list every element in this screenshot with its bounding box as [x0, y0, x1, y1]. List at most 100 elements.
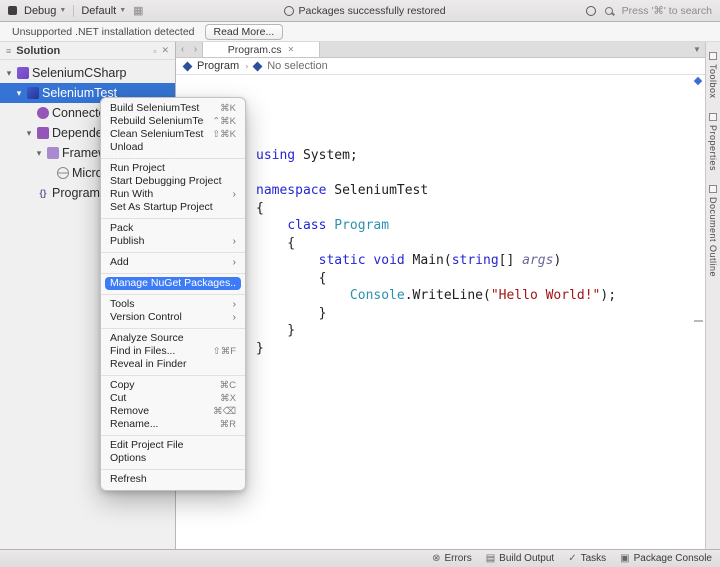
plug-icon [37, 107, 49, 119]
menu-item-shortcut: ⌘⌫ [213, 405, 236, 418]
status-item-errors[interactable]: ⊗Errors [432, 553, 472, 564]
status-item-package-console[interactable]: ▣ Package Console [620, 553, 712, 564]
hamburger-icon[interactable]: ≡ [6, 46, 11, 56]
breadcrumb-class[interactable]: Program [197, 60, 239, 72]
menu-item-analyze-source[interactable]: Analyze Source [101, 332, 245, 345]
tree-chevron-icon[interactable]: ▾ [34, 148, 44, 159]
tab-next-icon[interactable]: › [189, 42, 202, 57]
code-token: Program [334, 218, 389, 233]
menu-item-cut[interactable]: Cut⌘X [101, 392, 245, 405]
package-icon: ▣ [620, 553, 629, 564]
debug-config-label: Debug [24, 5, 56, 17]
code-token: string [452, 253, 499, 268]
menu-separator [101, 469, 245, 470]
menu-item-copy[interactable]: Copy⌘C [101, 379, 245, 392]
debug-config-dropdown[interactable]: Debug ▼ [24, 5, 66, 17]
menu-item-shortcut: ⇧⌘K [212, 128, 236, 141]
menu-item-shortcut: ⌘C [220, 379, 236, 392]
breadcrumb-separator-icon: › [245, 61, 248, 71]
menu-item-label: Cut [110, 392, 212, 405]
menu-item-run-project[interactable]: Run Project [101, 162, 245, 175]
right-pad-strip: Toolbox Properties Document Outline [705, 42, 720, 549]
tree-item-seleniumcsharp[interactable]: ▾ SeleniumCSharp [0, 63, 175, 83]
menu-item-tools[interactable]: Tools› [101, 298, 245, 311]
submenu-arrow-icon: › [233, 311, 236, 324]
editor-area: ‹ › Program.cs ✕ ▼ Program › No selectio… [176, 42, 705, 549]
code-line: 5 class Program [176, 217, 705, 235]
menu-item-rename[interactable]: Rename... ⌘R [101, 418, 245, 431]
pad-tab-document-outline[interactable]: Document Outline [708, 185, 718, 277]
grid-icon[interactable]: ▦ [133, 4, 143, 17]
code-line: 11 } [176, 322, 705, 340]
pad-tab-toolbox[interactable]: Toolbox [708, 52, 718, 99]
scrollbar-marker [694, 320, 703, 322]
menu-item-label: Publish [110, 235, 225, 248]
menu-item-publish[interactable]: Publish› [101, 235, 245, 248]
pad-tab-label: Toolbox [708, 64, 718, 99]
tree-chevron-icon[interactable]: ▾ [14, 88, 24, 99]
breadcrumb-member[interactable]: No selection [267, 60, 328, 72]
tree-chevron-icon[interactable]: ▾ [4, 68, 14, 79]
status-item-tasks[interactable]: ✓Tasks [568, 553, 606, 564]
menu-item-label: Start Debugging Project [110, 175, 236, 188]
read-more-button[interactable]: Read More... [205, 24, 284, 40]
solution-icon [17, 67, 29, 79]
menu-item-label: Analyze Source [110, 332, 236, 345]
menu-item-find-in-files[interactable]: Find in Files...⇧⌘F [101, 345, 245, 358]
menu-item-run-with[interactable]: Run With› [101, 188, 245, 201]
menu-item-start-debugging-project[interactable]: Start Debugging Project [101, 175, 245, 188]
menu-item-clean-seleniumtest[interactable]: Clean SeleniumTest⇧⌘K [101, 128, 245, 141]
submenu-arrow-icon: › [233, 256, 236, 269]
tab-label: Program.cs [228, 44, 282, 56]
menu-item-unload[interactable]: Unload [101, 141, 245, 154]
status-item-label: Package Console [634, 553, 712, 564]
toolbar-status[interactable]: Packages successfully restored [284, 5, 446, 17]
menu-item-version-control[interactable]: Version Control› [101, 311, 245, 324]
menu-item-label: Options [110, 452, 236, 465]
solution-pad-header: ≡ Solution ▫ ✕ [0, 42, 175, 60]
run-target-dropdown[interactable]: Default ▼ [81, 5, 126, 17]
menu-item-shortcut: ⌘R [220, 418, 236, 431]
menu-item-label: Rebuild SeleniumTest [110, 115, 204, 128]
menu-item-refresh[interactable]: Refresh [101, 473, 245, 486]
code-line: 10 } [176, 305, 705, 323]
code-editor[interactable]: 1using System;23namespace SeleniumTest4{… [176, 75, 705, 549]
submenu-arrow-icon: › [233, 298, 236, 311]
code-line: 8 { [176, 270, 705, 288]
tree-chevron-icon[interactable]: ▾ [24, 128, 34, 139]
close-icon[interactable]: ✕ [161, 45, 169, 56]
tab-program-cs[interactable]: Program.cs ✕ [202, 42, 320, 57]
code-token: Main( [405, 253, 452, 268]
status-item-build-output[interactable]: ▤Build Output [486, 553, 555, 564]
search-icon[interactable] [605, 7, 613, 15]
menu-item-label: Manage NuGet Packages... [110, 277, 236, 290]
tab-overflow-icon[interactable]: ▼ [689, 42, 705, 57]
menu-item-manage-nuget-packages[interactable]: Manage NuGet Packages... [105, 277, 241, 290]
menu-item-pack[interactable]: Pack [101, 222, 245, 235]
code-token: { [256, 236, 295, 251]
menu-item-label: Refresh [110, 473, 236, 486]
menu-item-add[interactable]: Add› [101, 256, 245, 269]
search-field[interactable]: Press '⌘' to search [622, 5, 712, 17]
menu-item-edit-project-file[interactable]: Edit Project File [101, 439, 245, 452]
tab-close-icon[interactable]: ✕ [287, 45, 294, 54]
tree-item-label: SeleniumCSharp [32, 66, 127, 80]
menu-item-reveal-in-finder[interactable]: Reveal in Finder [101, 358, 245, 371]
pad-tab-label: Document Outline [708, 197, 718, 277]
dock-icon[interactable]: ▫ [153, 46, 156, 56]
menu-item-label: Edit Project File [110, 439, 236, 452]
code-token: System; [295, 148, 358, 163]
tab-prev-icon[interactable]: ‹ [176, 42, 189, 57]
pad-tab-properties[interactable]: Properties [708, 113, 718, 171]
menu-item-set-as-startup-project[interactable]: Set As Startup Project [101, 201, 245, 214]
info-icon[interactable] [586, 6, 596, 16]
menu-item-label: Rename... [110, 418, 212, 431]
menu-item-rebuild-seleniumtest[interactable]: Rebuild SeleniumTest ⌃⌘K [101, 115, 245, 128]
menu-item-remove[interactable]: Remove⌘⌫ [101, 405, 245, 418]
menu-item-build-seleniumtest[interactable]: Build SeleniumTest⌘K [101, 102, 245, 115]
menu-item-options[interactable]: Options [101, 452, 245, 465]
menu-item-shortcut: ⌘K [220, 102, 236, 115]
stop-button[interactable] [8, 6, 17, 15]
build-icon: ▤ [486, 553, 495, 564]
menu-item-shortcut: ⌃⌘K [212, 115, 236, 128]
